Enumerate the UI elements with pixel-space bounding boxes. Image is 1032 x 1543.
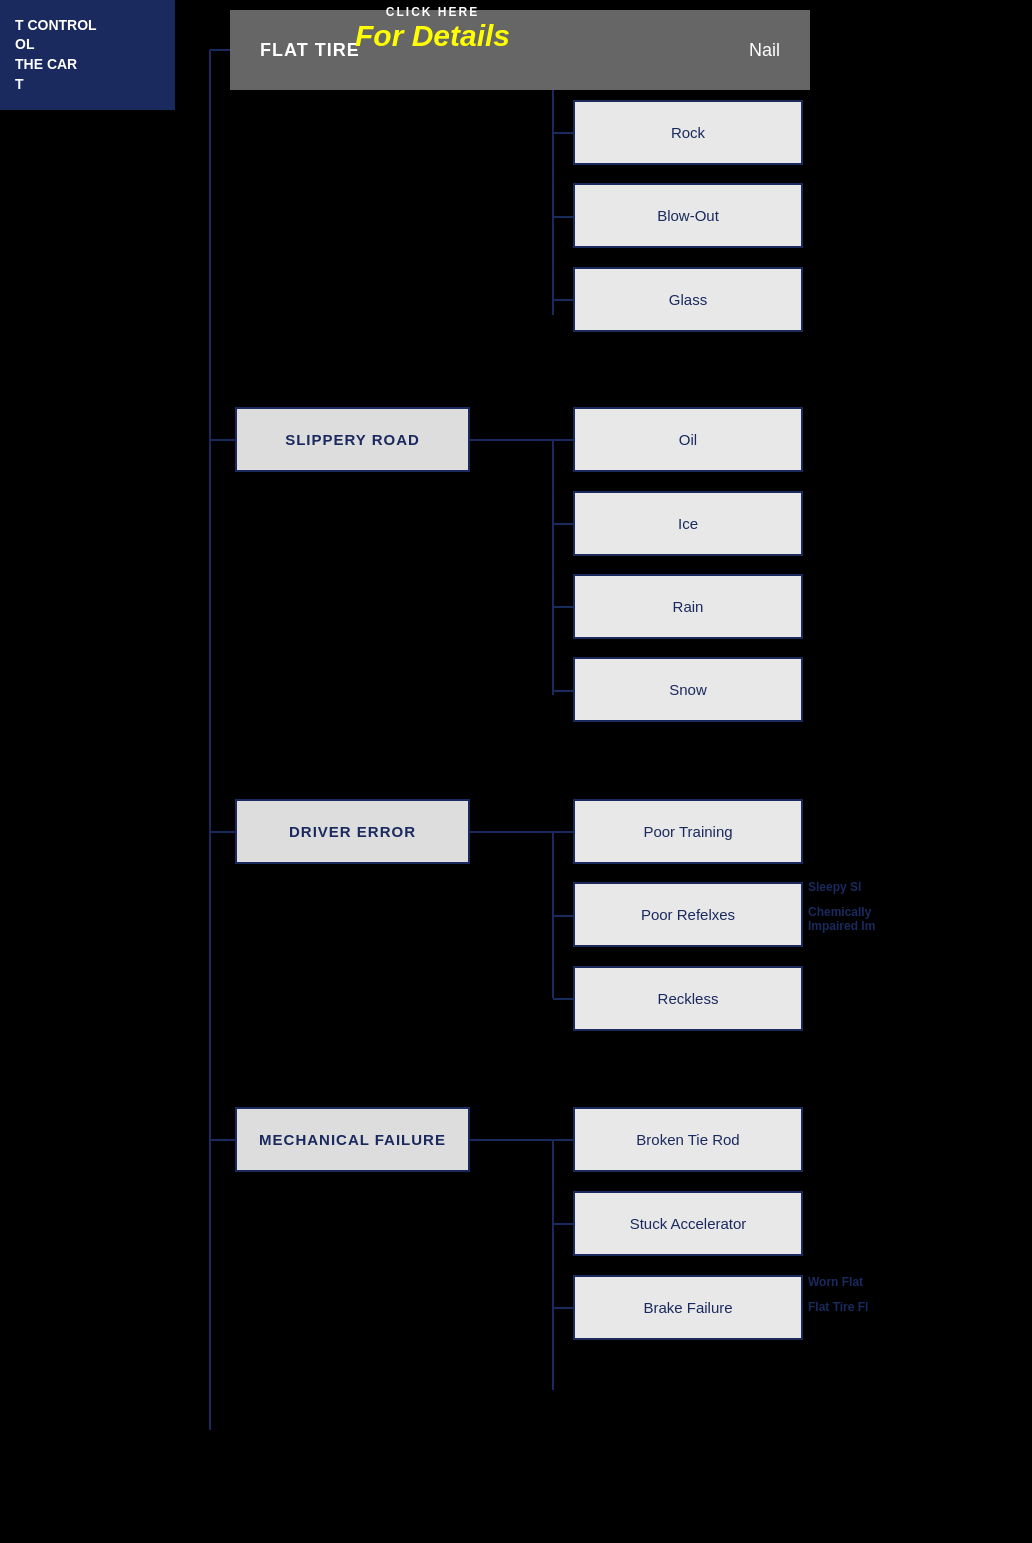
header-nail-label: Nail xyxy=(749,40,780,61)
click-here-overlay[interactable]: CLICK HERE For Details xyxy=(355,5,510,52)
node-mechanical-failure[interactable]: MECHANICAL FAILURE xyxy=(235,1107,470,1172)
node-poor-training[interactable]: Poor Training xyxy=(573,799,803,864)
sidebar-text-line3: THE CAR xyxy=(15,55,160,75)
click-here-big-text: For Details xyxy=(355,19,510,52)
overflow-chemically-impaired: ChemicallyImpaired Im xyxy=(808,905,875,933)
header-bar[interactable]: FLAT TIRE Nail xyxy=(230,10,810,90)
node-glass[interactable]: Glass xyxy=(573,267,803,332)
sidebar-text-line4: T xyxy=(15,75,160,95)
overflow-flat-tire-extra: Flat Tire Fl xyxy=(808,1300,868,1314)
node-brake-failure[interactable]: Brake Failure xyxy=(573,1275,803,1340)
sidebar: T CONTROL OL THE CAR T xyxy=(0,0,175,110)
node-broken-tie-rod[interactable]: Broken Tie Rod xyxy=(573,1107,803,1172)
sidebar-text-line2: OL xyxy=(15,35,160,55)
node-slippery-road[interactable]: SLIPPERY ROAD xyxy=(235,407,470,472)
node-blowout[interactable]: Blow-Out xyxy=(573,183,803,248)
header-flat-tire-label: FLAT TIRE xyxy=(260,40,360,61)
node-driver-error[interactable]: DRIVER ERROR xyxy=(235,799,470,864)
node-stuck-accelerator[interactable]: Stuck Accelerator xyxy=(573,1191,803,1256)
node-oil[interactable]: Oil xyxy=(573,407,803,472)
click-here-small-text: CLICK HERE xyxy=(355,5,510,19)
node-rock[interactable]: Rock xyxy=(573,100,803,165)
node-ice[interactable]: Ice xyxy=(573,491,803,556)
node-poor-reflexes[interactable]: Poor Refelxes xyxy=(573,882,803,947)
overflow-worn-flat: Worn Flat xyxy=(808,1275,863,1289)
node-snow[interactable]: Snow xyxy=(573,657,803,722)
overflow-sleepy: Sleepy Sl xyxy=(808,880,861,894)
node-reckless[interactable]: Reckless xyxy=(573,966,803,1031)
diagram-container: T CONTROL OL THE CAR T FLAT TIRE Nail CL… xyxy=(0,0,1032,1543)
sidebar-text-line1: T CONTROL xyxy=(15,16,160,36)
tree-lines-svg xyxy=(0,0,1032,1543)
node-rain[interactable]: Rain xyxy=(573,574,803,639)
